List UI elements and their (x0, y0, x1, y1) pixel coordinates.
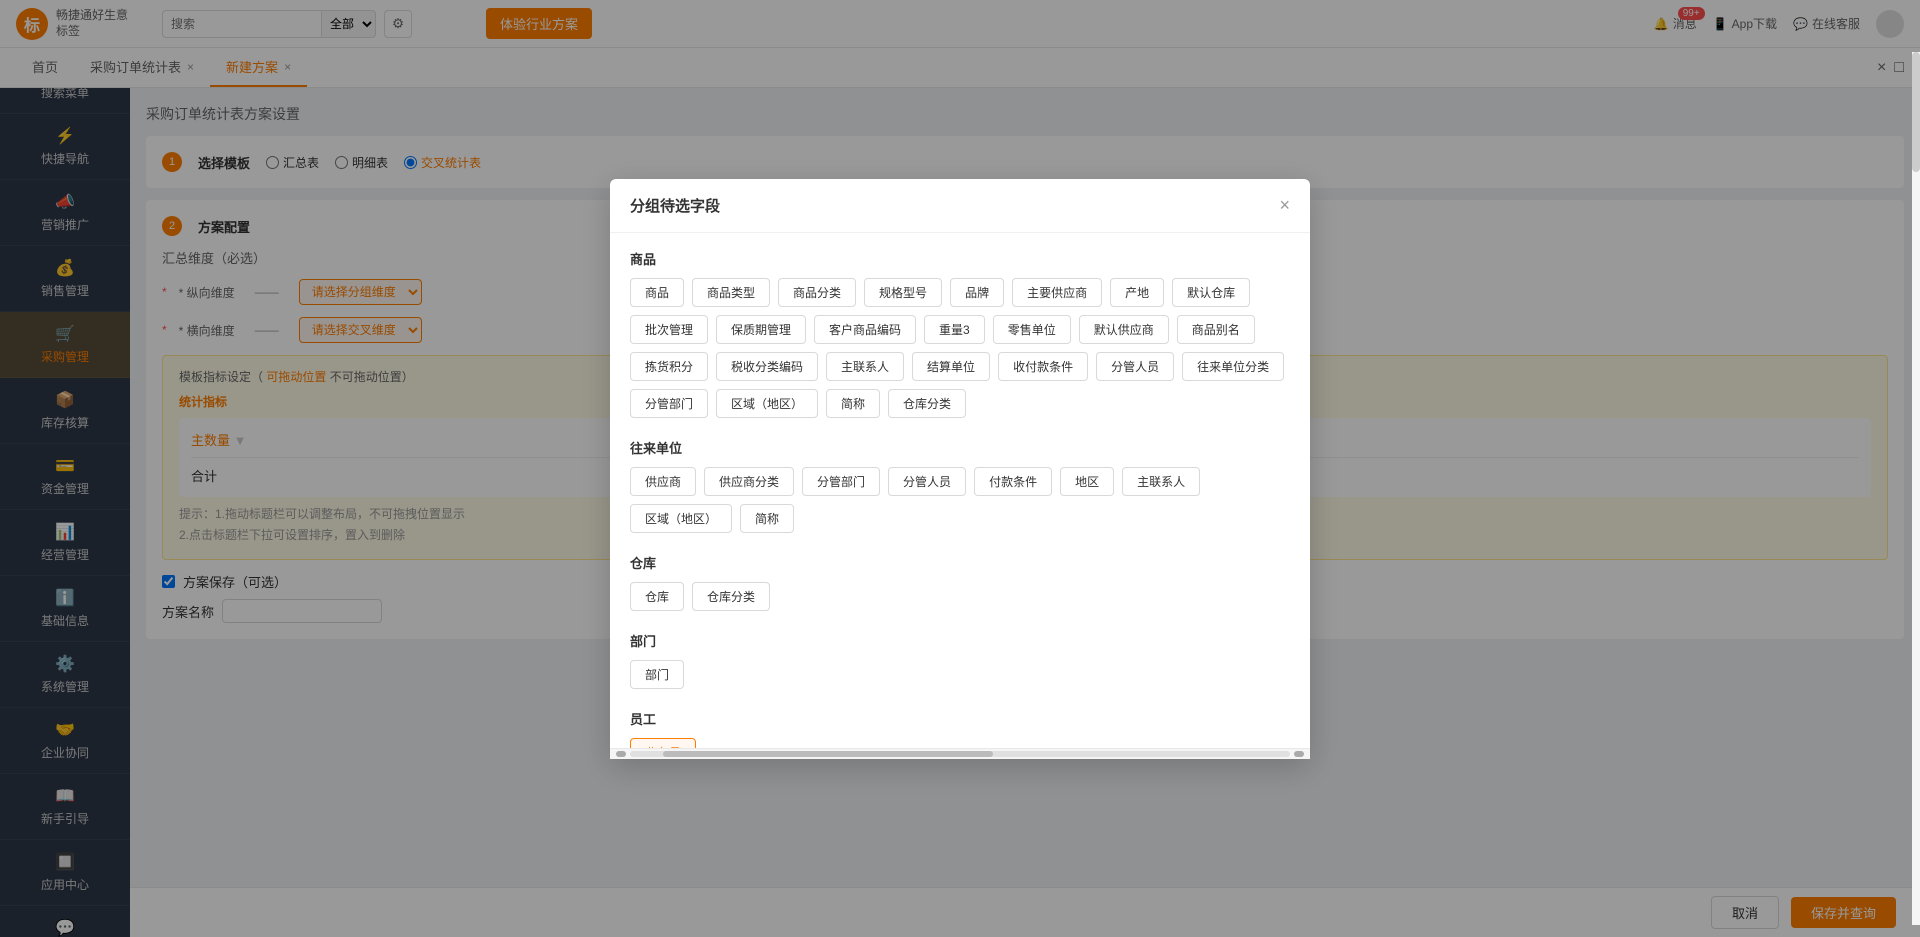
field-tag-department-0[interactable]: 部门 (630, 660, 684, 689)
field-group-goods-title: 商品 (630, 249, 1290, 268)
field-tag-goods-13[interactable]: 默认供应商 (1079, 315, 1169, 344)
field-tag-goods-18[interactable]: 结算单位 (912, 352, 990, 381)
field-tag-goods-5[interactable]: 主要供应商 (1012, 278, 1102, 307)
field-tag-goods-14[interactable]: 商品别名 (1177, 315, 1255, 344)
field-tag-goods-4[interactable]: 品牌 (950, 278, 1004, 307)
modal-scrollbar-left-arrow[interactable] (616, 751, 626, 757)
field-tag-partner-0[interactable]: 供应商 (630, 467, 696, 496)
field-tag-partner-1[interactable]: 供应商分类 (704, 467, 794, 496)
field-tag-employee-0[interactable]: 业务员 (630, 738, 696, 748)
field-tag-warehouse-1[interactable]: 仓库分类 (692, 582, 770, 611)
field-tag-goods-15[interactable]: 拣货积分 (630, 352, 708, 381)
field-tag-partner-8[interactable]: 简称 (740, 504, 794, 533)
field-tag-goods-19[interactable]: 收付款条件 (998, 352, 1088, 381)
field-tag-goods-25[interactable]: 仓库分类 (888, 389, 966, 418)
field-tag-goods-11[interactable]: 重量3 (924, 315, 985, 344)
field-tag-goods-8[interactable]: 批次管理 (630, 315, 708, 344)
modal: 分组待选字段 × 商品 商品 商品类型 商品分类 规格型号 品牌 主要供应商 产… (610, 179, 1310, 759)
field-tags-department: 部门 (630, 660, 1290, 689)
field-tag-goods-20[interactable]: 分管人员 (1096, 352, 1174, 381)
modal-scrollbar-thumb[interactable] (663, 751, 993, 757)
field-tags-employee: 业务员 (630, 738, 1290, 748)
field-tag-goods-9[interactable]: 保质期管理 (716, 315, 806, 344)
field-group-employee-title: 员工 (630, 709, 1290, 728)
field-tag-goods-24[interactable]: 简称 (826, 389, 880, 418)
field-group-warehouse-title: 仓库 (630, 553, 1290, 572)
modal-overlay: 分组待选字段 × 商品 商品 商品类型 商品分类 规格型号 品牌 主要供应商 产… (0, 0, 1920, 937)
field-group-partner-title: 往来单位 (630, 438, 1290, 457)
field-tag-goods-17[interactable]: 主联系人 (826, 352, 904, 381)
field-tag-goods-7[interactable]: 默认仓库 (1172, 278, 1250, 307)
field-tag-partner-7[interactable]: 区域（地区） (630, 504, 732, 533)
field-tag-partner-2[interactable]: 分管部门 (802, 467, 880, 496)
field-group-employee: 员工 业务员 (630, 709, 1290, 748)
field-group-goods: 商品 商品 商品类型 商品分类 规格型号 品牌 主要供应商 产地 默认仓库 批次… (630, 249, 1290, 418)
field-tag-goods-16[interactable]: 税收分类编码 (716, 352, 818, 381)
field-tag-goods-12[interactable]: 零售单位 (993, 315, 1071, 344)
modal-vertical-scrollbar-thumb[interactable] (1912, 52, 1920, 172)
field-tag-goods-6[interactable]: 产地 (1110, 278, 1164, 307)
field-tag-goods-2[interactable]: 商品分类 (778, 278, 856, 307)
field-group-department-title: 部门 (630, 631, 1290, 650)
field-tags-warehouse: 仓库 仓库分类 (630, 582, 1290, 611)
modal-header: 分组待选字段 × (610, 179, 1310, 233)
field-tags-partner: 供应商 供应商分类 分管部门 分管人员 付款条件 地区 主联系人 区域（地区） … (630, 467, 1290, 533)
field-tag-goods-1[interactable]: 商品类型 (692, 278, 770, 307)
field-group-department: 部门 部门 (630, 631, 1290, 689)
modal-scrollbar-right-arrow[interactable] (1294, 751, 1304, 757)
field-group-warehouse: 仓库 仓库 仓库分类 (630, 553, 1290, 611)
field-tag-goods-23[interactable]: 区域（地区） (716, 389, 818, 418)
field-tag-partner-3[interactable]: 分管人员 (888, 467, 966, 496)
modal-scrollbar-track[interactable] (630, 751, 1290, 757)
field-tag-partner-5[interactable]: 地区 (1060, 467, 1114, 496)
field-tag-goods-21[interactable]: 往来单位分类 (1182, 352, 1284, 381)
field-tag-partner-4[interactable]: 付款条件 (974, 467, 1052, 496)
modal-vertical-scrollbar[interactable] (1912, 52, 1920, 925)
field-tag-goods-3[interactable]: 规格型号 (864, 278, 942, 307)
modal-title: 分组待选字段 (630, 195, 720, 216)
field-tag-warehouse-0[interactable]: 仓库 (630, 582, 684, 611)
field-tag-goods-0[interactable]: 商品 (630, 278, 684, 307)
modal-body: 商品 商品 商品类型 商品分类 规格型号 品牌 主要供应商 产地 默认仓库 批次… (610, 233, 1310, 748)
field-tag-goods-22[interactable]: 分管部门 (630, 389, 708, 418)
field-group-partner: 往来单位 供应商 供应商分类 分管部门 分管人员 付款条件 地区 主联系人 区域… (630, 438, 1290, 533)
field-tags-goods: 商品 商品类型 商品分类 规格型号 品牌 主要供应商 产地 默认仓库 批次管理 … (630, 278, 1290, 418)
modal-horizontal-scrollbar[interactable] (610, 748, 1310, 759)
modal-close-button[interactable]: × (1279, 196, 1290, 214)
field-tag-goods-10[interactable]: 客户商品编码 (814, 315, 916, 344)
field-tag-partner-6[interactable]: 主联系人 (1122, 467, 1200, 496)
